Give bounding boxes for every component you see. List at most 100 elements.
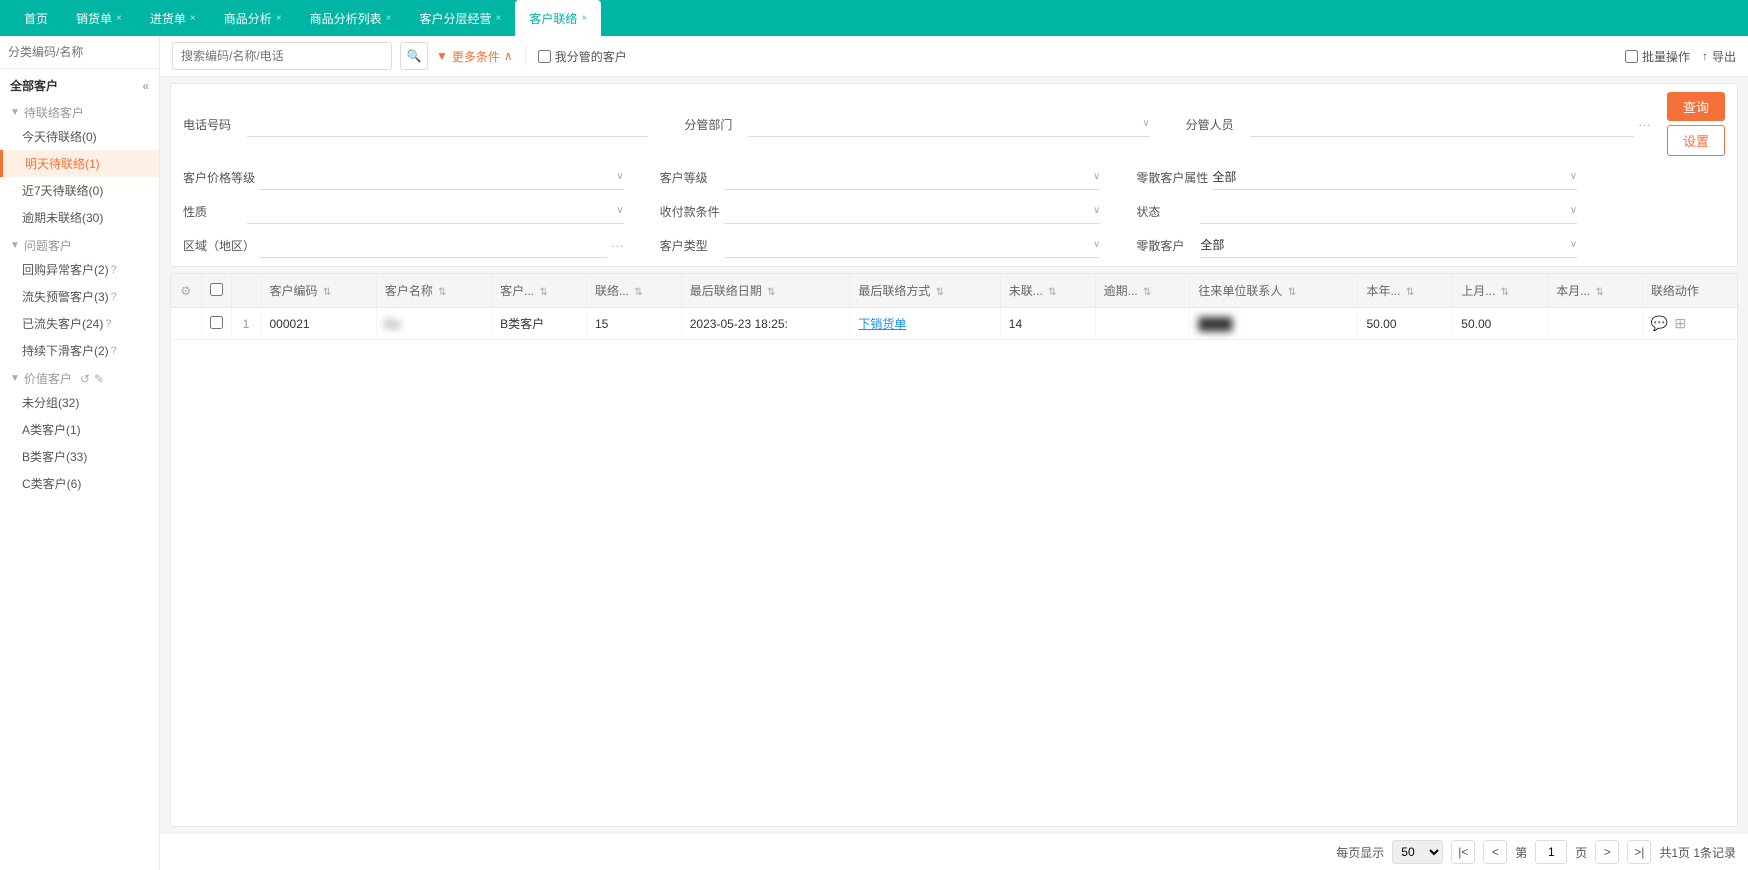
export-button[interactable]: ↑ 导出 (1702, 48, 1736, 65)
nav-close-sales[interactable]: × (116, 13, 122, 24)
chevron-down-icon-payment: ∨ (1093, 205, 1100, 216)
nav-close-customer-layered[interactable]: × (495, 13, 501, 24)
nav-close-customer-contact[interactable]: × (581, 13, 587, 24)
sort-icon-type[interactable]: ⇅ (539, 287, 547, 298)
customer-type-select[interactable] (724, 238, 1093, 252)
sidebar-section-value: ▼ 价值客户 ↺ ✎ (0, 364, 159, 389)
row-last-month: 50.00 (1453, 308, 1548, 340)
sidebar-item-ungrouped[interactable]: 未分组(32) (0, 389, 159, 416)
row-this-month (1548, 308, 1643, 340)
sort-icon-name[interactable]: ⇅ (438, 287, 446, 298)
nav-close-product[interactable]: × (276, 13, 282, 24)
sidebar-item-repurchase-abnormal[interactable]: 回购异常客户(2) ? (0, 256, 159, 283)
col-customer-name: 客户名称 ⇅ (376, 274, 491, 308)
sidebar-item-churned[interactable]: 已流失客户(24) ? (0, 310, 159, 337)
col-settings[interactable]: ⚙ (171, 274, 201, 308)
col-last-contact-method: 最后联络方式 ⇅ (850, 274, 1000, 308)
row-last-contact-date: 2023-05-23 18:25: (681, 308, 850, 340)
col-unit-contact: 往来单位联系人 ⇅ (1190, 274, 1358, 308)
filter-icon: ▼ (436, 49, 448, 63)
customer-table: ⚙ 客户编码 ⇅ 客户名称 ⇅ 客户... ⇅ (171, 274, 1737, 340)
page-number-input[interactable] (1535, 840, 1567, 864)
sort-icon-code[interactable]: ⇅ (323, 287, 331, 298)
row-checkbox[interactable] (210, 316, 223, 329)
sidebar-item-churn-warning[interactable]: 流失预警客户(3) ? (0, 283, 159, 310)
row-settings (171, 308, 201, 340)
search-input[interactable] (172, 42, 392, 70)
next-page-btn[interactable]: > (1595, 840, 1619, 864)
nature-select[interactable] (247, 204, 616, 218)
customer-level-select[interactable] (724, 170, 1093, 184)
region-input[interactable] (259, 232, 607, 258)
grid-action-icon[interactable]: ⊞ (1674, 315, 1686, 332)
more-conditions-button[interactable]: ▼ 更多条件 ∧ (436, 48, 513, 65)
sidebar-item-tomorrow-contact[interactable]: 明天待联络(1) (0, 150, 159, 177)
set-button[interactable]: 设置 (1667, 125, 1725, 156)
batch-operations-button[interactable]: 批量操作 (1625, 48, 1690, 65)
nav-close-purchase[interactable]: × (190, 13, 196, 24)
nav-product-analysis-list[interactable]: 商品分析列表 × (296, 0, 406, 36)
sidebar-item-today-contact[interactable]: 今天待联络(0) (0, 123, 159, 150)
sidebar-search-container: 🔍 (0, 36, 159, 69)
search-button[interactable]: 🔍 (400, 42, 428, 70)
sidebar-collapse-icon[interactable]: « (142, 79, 149, 93)
last-page-btn[interactable]: >| (1627, 840, 1651, 864)
sidebar-item-class-b[interactable]: B类客户(33) (0, 443, 159, 470)
status-select[interactable] (1200, 204, 1569, 218)
query-button[interactable]: 查询 (1667, 92, 1725, 121)
filter-department: 分管部门 ∨ (684, 111, 1149, 137)
adv-filter-row-2: 客户价格等级 ∨ 客户等级 ∨ (183, 164, 1725, 190)
nav-sales-order[interactable]: 销货单 × (62, 0, 136, 36)
sort-icon-overdue[interactable]: ⇅ (1143, 287, 1151, 298)
sort-icon-uncontacted[interactable]: ⇅ (1048, 287, 1056, 298)
sort-icon-lastmonth[interactable]: ⇅ (1501, 287, 1509, 298)
retail-attr-select[interactable]: 全部 (1212, 170, 1569, 184)
nav-customer-layered[interactable]: 客户分层经营 × (405, 0, 515, 36)
nav-customer-contact[interactable]: 客户联络 × (515, 0, 601, 36)
sort-icon-method[interactable]: ⇅ (936, 287, 944, 298)
more-icon-region[interactable]: ··· (611, 238, 624, 253)
my-customers-checkbox[interactable]: 我分管的客户 (538, 48, 627, 65)
manager-input[interactable] (1250, 111, 1634, 137)
sort-icon-date[interactable]: ⇅ (767, 287, 775, 298)
chevron-down-icon-nature: ∨ (616, 205, 623, 216)
department-select[interactable] (748, 117, 1142, 131)
sidebar-search-input[interactable] (8, 45, 160, 59)
sidebar-arrow-problem: ▼ (10, 240, 20, 251)
per-page-label: 每页显示 (1336, 844, 1384, 861)
nav-product-analysis[interactable]: 商品分析 × (210, 0, 296, 36)
sort-icon-unit[interactable]: ⇅ (1288, 287, 1296, 298)
sidebar-item-declining[interactable]: 持续下滑客户(2) ? (0, 337, 159, 364)
sort-icon-year[interactable]: ⇅ (1406, 287, 1414, 298)
sidebar-item-overdue-contact[interactable]: 逾期未联络(30) (0, 204, 159, 231)
edit-icon-value[interactable]: ✎ (94, 372, 104, 386)
price-level-select[interactable] (259, 170, 616, 184)
first-page-btn[interactable]: |< (1451, 840, 1475, 864)
sidebar-item-class-a[interactable]: A类客户(1) (0, 416, 159, 443)
sidebar-item-class-c[interactable]: C类客户(6) (0, 470, 159, 497)
sidebar-all-customers[interactable]: 全部客户 « (0, 69, 159, 98)
nav-purchase-order[interactable]: 进货单 × (136, 0, 210, 36)
table-row: 1 000021 Ea B类客户 15 (171, 308, 1737, 340)
nav-home[interactable]: 首页 (10, 0, 62, 36)
prev-page-btn[interactable]: < (1483, 840, 1507, 864)
customer-name-text: Ea (385, 317, 400, 331)
sidebar-item-7days-contact[interactable]: 近7天待联络(0) (0, 177, 159, 204)
chevron-down-icon-level: ∨ (1093, 171, 1100, 182)
nav-close-product-list[interactable]: × (386, 13, 392, 24)
select-all-checkbox[interactable] (210, 283, 223, 296)
per-page-select[interactable]: 50 10 20 100 (1392, 840, 1443, 864)
pagination-bar: 每页显示 50 10 20 100 |< < 第 页 > >| 共1页 1条记录 (160, 833, 1748, 870)
chat-action-icon[interactable]: 💬 (1651, 315, 1668, 332)
sort-icon-thismonth[interactable]: ⇅ (1595, 287, 1603, 298)
phone-input[interactable] (247, 111, 648, 137)
contact-method-link[interactable]: 下销货单 (858, 317, 906, 331)
refresh-icon-value[interactable]: ↺ (80, 372, 90, 386)
sort-icon-contact[interactable]: ⇅ (634, 287, 642, 298)
retail-customer-select[interactable]: 全部 (1200, 238, 1569, 252)
total-records-label: 共1页 1条记录 (1659, 844, 1736, 861)
more-icon-manager[interactable]: ··· (1638, 117, 1651, 132)
batch-check[interactable] (1625, 50, 1638, 63)
my-customers-check[interactable] (538, 50, 551, 63)
payment-select[interactable] (724, 204, 1093, 218)
